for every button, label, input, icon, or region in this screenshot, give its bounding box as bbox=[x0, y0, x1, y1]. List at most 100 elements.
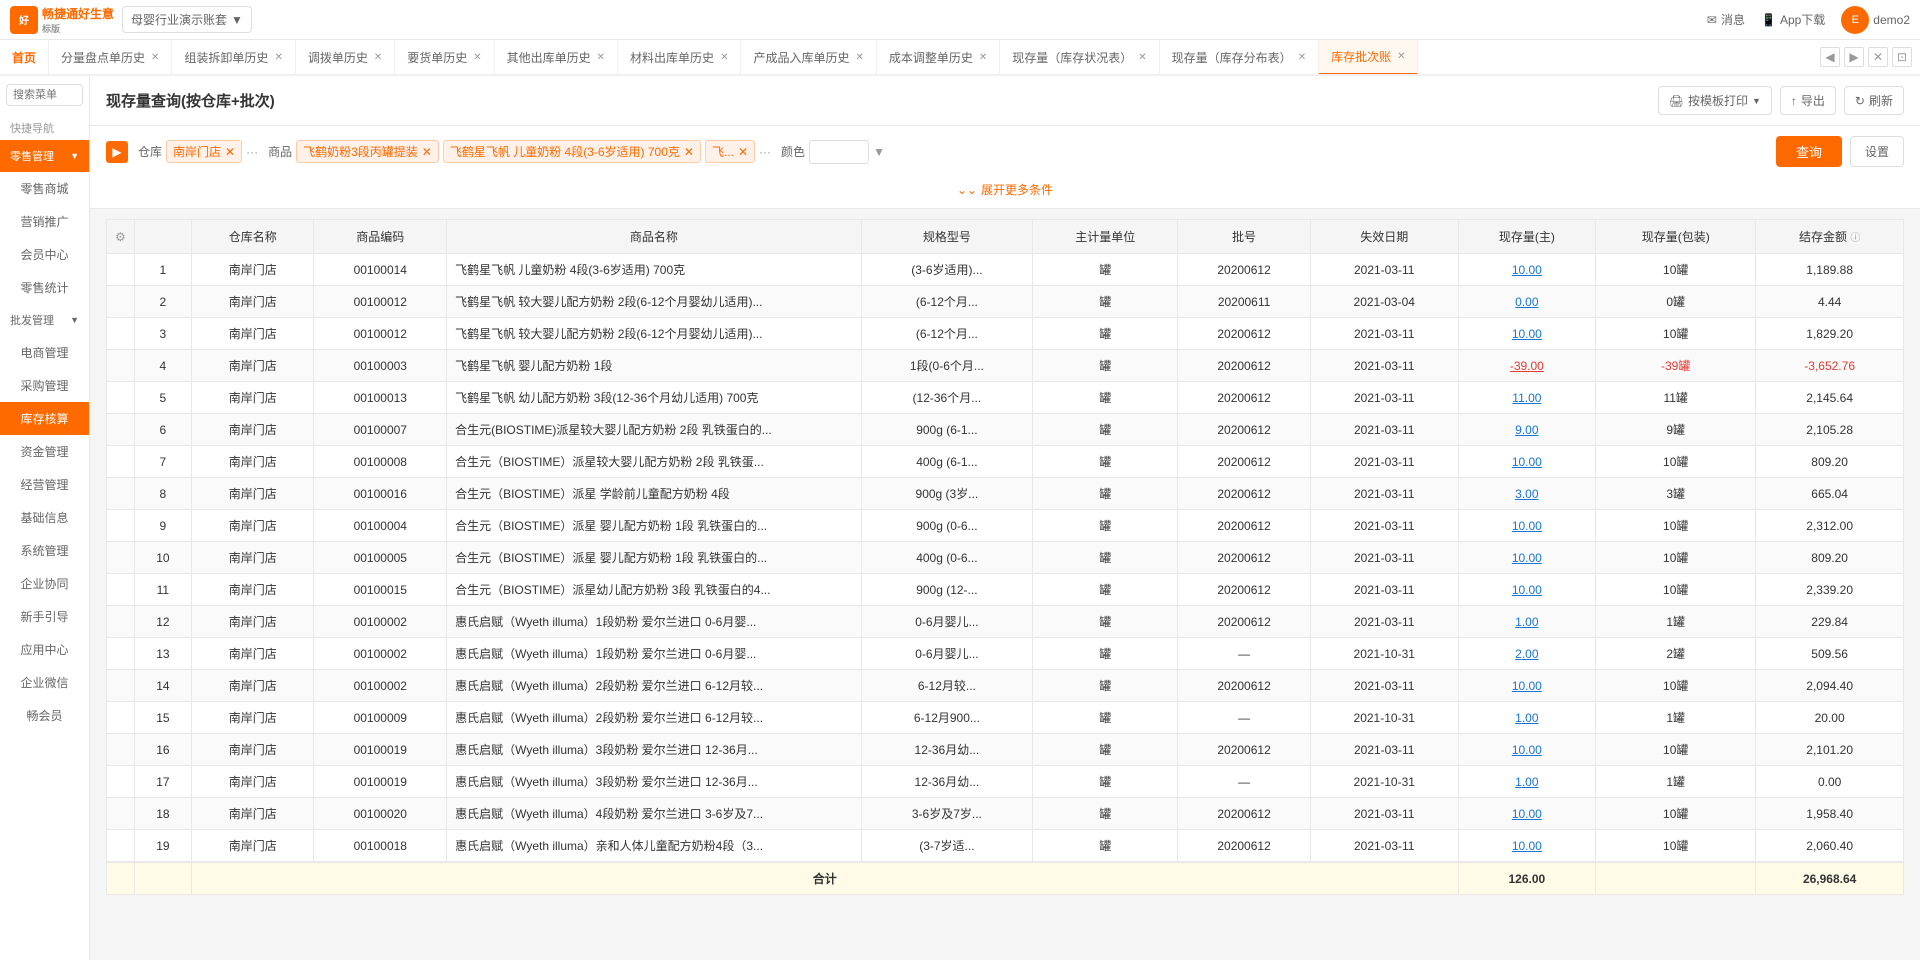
page-title-actions: 🖨 按模板打印 ▼ ↑ 导出 ↻ 刷新 bbox=[1658, 86, 1904, 115]
close-icon[interactable]: ✕ bbox=[1397, 51, 1405, 62]
close-icon[interactable]: ✕ bbox=[374, 52, 382, 63]
row-batch: 20200612 bbox=[1178, 798, 1311, 830]
sidebar-item-ecommerce[interactable]: 电商管理 bbox=[0, 336, 89, 369]
tab-product-in[interactable]: 产成品入库单历史 ✕ bbox=[741, 40, 876, 75]
sidebar-item-wechat[interactable]: 企业微信 bbox=[0, 666, 89, 699]
sidebar-item-retail-mall[interactable]: 零售商城 bbox=[0, 172, 89, 205]
row-name: 惠氏启赋（Wyeth illuma）3段奶粉 爱尔兰进口 12-36月... bbox=[447, 734, 862, 766]
tab-stock-dist[interactable]: 现存量（库存分布表） ✕ bbox=[1160, 40, 1319, 75]
col-settings[interactable]: ⚙ bbox=[107, 220, 135, 254]
close-icon[interactable]: ✕ bbox=[1298, 52, 1306, 63]
tab-home[interactable]: 首页 bbox=[0, 40, 49, 75]
sidebar-item-newguide[interactable]: 新手引导 bbox=[0, 600, 89, 633]
row-settings bbox=[107, 766, 135, 798]
row-stock-main[interactable]: 10.00 bbox=[1458, 254, 1596, 286]
row-stock-main[interactable]: 11.00 bbox=[1458, 382, 1596, 414]
product-tag-2[interactable]: 飞鹤星飞帆 儿童奶粉 4段(3-6岁适用) 700克 ✕ bbox=[443, 140, 701, 163]
row-stock-main[interactable]: 2.00 bbox=[1458, 638, 1596, 670]
tab-close-btn[interactable]: ✕ bbox=[1868, 47, 1888, 67]
sidebar-item-inventory[interactable]: 库存核算 bbox=[0, 402, 89, 435]
sidebar: 快捷导航 零售管理 ▼ 零售商城 营销推广 会员中心 零售统计 批发管理 ▼ 电… bbox=[0, 76, 90, 960]
expand-more-btn[interactable]: ⌄⌄ 展开更多条件 bbox=[957, 181, 1053, 198]
tab-stock-batch[interactable]: 库存批次账 ✕ bbox=[1319, 40, 1418, 75]
tab-cost-adj[interactable]: 成本调整单历史 ✕ bbox=[877, 40, 1000, 75]
row-settings bbox=[107, 414, 135, 446]
sidebar-item-member2[interactable]: 畅会员 bbox=[0, 699, 89, 732]
sidebar-item-marketing[interactable]: 营销推广 bbox=[0, 205, 89, 238]
row-stock-main[interactable]: 1.00 bbox=[1458, 766, 1596, 798]
tab-material[interactable]: 材料出库单历史 ✕ bbox=[618, 40, 741, 75]
table-row: 12 南岸门店 00100002 惠氏启赋（Wyeth illuma）1段奶粉 … bbox=[107, 606, 1904, 638]
sidebar-item-purchase[interactable]: 采购管理 bbox=[0, 369, 89, 402]
app-download-btn[interactable]: 📱 App下载 bbox=[1761, 11, 1825, 28]
row-stock-main[interactable]: 10.00 bbox=[1458, 798, 1596, 830]
setting-button[interactable]: 设置 bbox=[1850, 136, 1904, 167]
row-stock-main[interactable]: 0.00 bbox=[1458, 286, 1596, 318]
tab-prev-btn[interactable]: ◀ bbox=[1820, 47, 1840, 67]
page-title-bar: 现存量查询(按仓库+批次) 🖨 按模板打印 ▼ ↑ 导出 ↻ 刷新 bbox=[90, 76, 1920, 126]
sidebar-item-appcenter[interactable]: 应用中心 bbox=[0, 633, 89, 666]
tab-stock-status[interactable]: 现存量（库存状况表） ✕ bbox=[1000, 40, 1159, 75]
row-stock-main[interactable]: 10.00 bbox=[1458, 830, 1596, 863]
row-name: 惠氏启赋（Wyeth illuma）4段奶粉 爱尔兰进口 3-6岁及7... bbox=[447, 798, 862, 830]
row-stock-main[interactable]: 1.00 bbox=[1458, 606, 1596, 638]
row-stock-main[interactable]: 9.00 bbox=[1458, 414, 1596, 446]
close-icon[interactable]: ✕ bbox=[597, 52, 605, 63]
row-stock-main[interactable]: 10.00 bbox=[1458, 446, 1596, 478]
row-stock-main[interactable]: 10.00 bbox=[1458, 670, 1596, 702]
tab-other-out[interactable]: 其他出库单历史 ✕ bbox=[495, 40, 618, 75]
close-icon[interactable]: ✕ bbox=[720, 52, 728, 63]
row-stock-main[interactable]: -39.00 bbox=[1458, 350, 1596, 382]
filter-expand-arrow[interactable]: ▶ bbox=[106, 141, 128, 163]
close-icon[interactable]: ✕ bbox=[151, 52, 159, 63]
query-button[interactable]: 查询 bbox=[1776, 136, 1842, 167]
sidebar-item-enterprise[interactable]: 企业协同 bbox=[0, 567, 89, 600]
sidebar-item-finance[interactable]: 资金管理 bbox=[0, 435, 89, 468]
close-icon[interactable]: ✕ bbox=[684, 145, 694, 159]
close-icon[interactable]: ✕ bbox=[422, 145, 432, 159]
close-icon[interactable]: ✕ bbox=[225, 145, 235, 159]
row-stock-main[interactable]: 1.00 bbox=[1458, 702, 1596, 734]
row-stock-main[interactable]: 10.00 bbox=[1458, 574, 1596, 606]
sidebar-item-ops[interactable]: 经营管理 bbox=[0, 468, 89, 501]
tab-next-btn[interactable]: ▶ bbox=[1844, 47, 1864, 67]
row-stock-main[interactable]: 10.00 bbox=[1458, 318, 1596, 350]
message-btn[interactable]: ✉ 消息 bbox=[1707, 11, 1745, 28]
row-stock-main[interactable]: 10.00 bbox=[1458, 510, 1596, 542]
export-button[interactable]: ↑ 导出 bbox=[1780, 86, 1836, 115]
sidebar-item-system[interactable]: 系统管理 bbox=[0, 534, 89, 567]
row-code: 00100008 bbox=[314, 446, 447, 478]
search-input[interactable] bbox=[6, 84, 83, 106]
close-icon[interactable]: ✕ bbox=[979, 52, 987, 63]
close-icon[interactable]: ✕ bbox=[473, 52, 481, 63]
tab-more-btn[interactable]: ⊡ bbox=[1892, 47, 1912, 67]
tab-diaob[interactable]: 调拨单历史 ✕ bbox=[296, 40, 395, 75]
close-icon[interactable]: ✕ bbox=[274, 52, 282, 63]
row-stock-main[interactable]: 10.00 bbox=[1458, 542, 1596, 574]
print-button[interactable]: 🖨 按模板打印 ▼ bbox=[1658, 86, 1772, 115]
close-icon[interactable]: ✕ bbox=[738, 145, 748, 159]
info-icon[interactable]: ⓘ bbox=[1850, 233, 1860, 244]
row-warehouse: 南岸门店 bbox=[191, 254, 314, 286]
close-icon[interactable]: ✕ bbox=[855, 52, 863, 63]
user-avatar[interactable]: E demo2 bbox=[1841, 6, 1910, 34]
sidebar-item-retail-mgmt[interactable]: 零售管理 ▼ bbox=[0, 140, 89, 172]
sidebar-item-member[interactable]: 会员中心 bbox=[0, 238, 89, 271]
sidebar-item-basic[interactable]: 基础信息 bbox=[0, 501, 89, 534]
product-tag-3[interactable]: 飞... ✕ bbox=[705, 140, 755, 163]
sidebar-item-retail-stat[interactable]: 零售统计 bbox=[0, 271, 89, 304]
tab-zuhe[interactable]: 组装拆卸单历史 ✕ bbox=[172, 40, 295, 75]
row-stock-main[interactable]: 3.00 bbox=[1458, 478, 1596, 510]
refresh-button[interactable]: ↻ 刷新 bbox=[1844, 86, 1904, 115]
row-balance: 2,339.20 bbox=[1756, 574, 1904, 606]
product-tag-1[interactable]: 飞鹤奶粉3段丙罐提装 ✕ bbox=[296, 140, 439, 163]
account-selector[interactable]: 母婴行业演示账套 ▼ bbox=[122, 6, 252, 33]
filter-more-dots[interactable]: ··· bbox=[246, 145, 258, 159]
tab-yaoh[interactable]: 要货单历史 ✕ bbox=[395, 40, 494, 75]
filter-more-dots2[interactable]: ··· bbox=[759, 145, 771, 159]
sidebar-item-wholesale[interactable]: 批发管理 ▼ bbox=[0, 304, 89, 336]
close-icon[interactable]: ✕ bbox=[1138, 52, 1146, 63]
warehouse-tag[interactable]: 南岸门店 ✕ bbox=[166, 140, 242, 163]
tab-fenpan[interactable]: 分量盘点单历史 ✕ bbox=[49, 40, 172, 75]
row-stock-main[interactable]: 10.00 bbox=[1458, 734, 1596, 766]
